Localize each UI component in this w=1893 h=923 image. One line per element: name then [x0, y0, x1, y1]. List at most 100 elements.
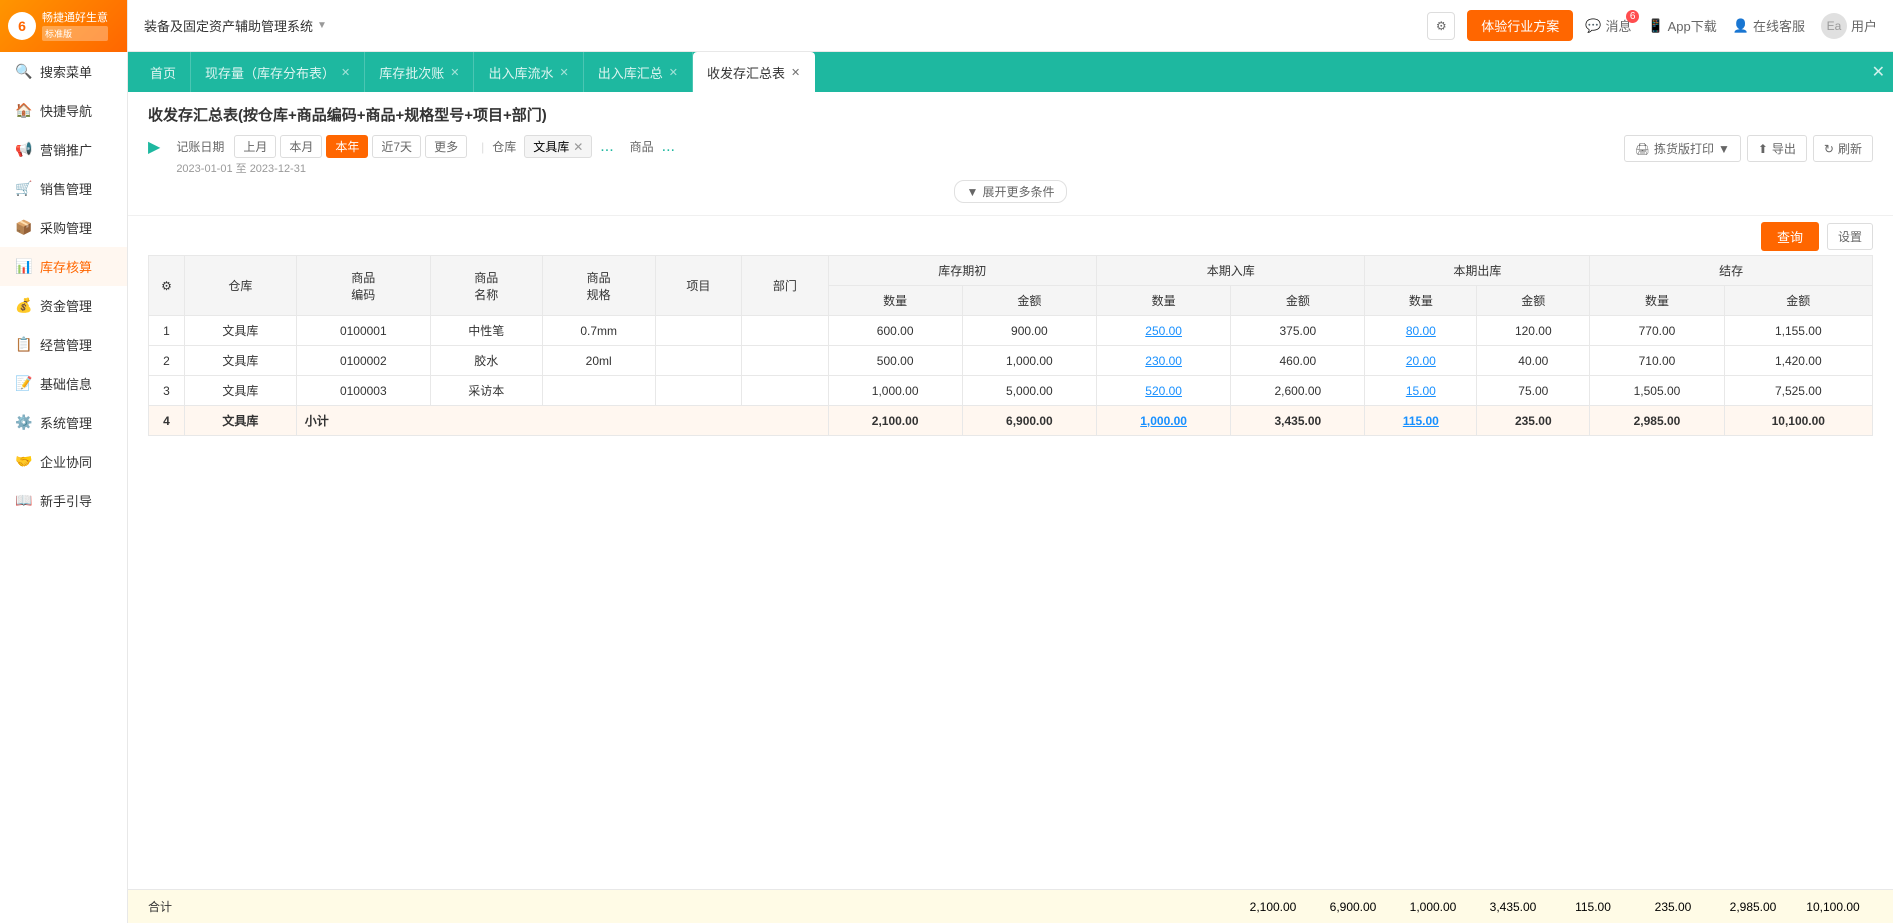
th-opening-amt: 金额	[962, 286, 1096, 316]
subtotal-out-qty[interactable]: 115.00	[1365, 406, 1477, 436]
gear-icon: ⚙	[1436, 19, 1447, 33]
finance-icon: 💰	[16, 298, 32, 314]
print-button[interactable]: 🖨 拣货版打印 ▼	[1624, 135, 1741, 162]
date-btn-last-month[interactable]: 上月	[234, 135, 276, 158]
footer-balance-qty: 2,985.00	[1713, 900, 1793, 914]
date-btn-this-month[interactable]: 本月	[280, 135, 322, 158]
tab-batch[interactable]: 库存批次账 ✕	[365, 52, 474, 92]
cell-out-qty[interactable]: 80.00	[1365, 316, 1477, 346]
goods-more-button[interactable]: ...	[662, 139, 675, 155]
cell-code: 0100002	[296, 346, 430, 376]
sidebar-item-cooperation[interactable]: 🤝 企业协同	[0, 442, 127, 481]
cell-out-qty[interactable]: 20.00	[1365, 346, 1477, 376]
settings-button[interactable]: ⚙	[1427, 12, 1455, 40]
cell-in-amt: 375.00	[1231, 316, 1365, 346]
goods-filter-label: 商品	[630, 138, 654, 155]
tab-inout-summary[interactable]: 出入库汇总 ✕	[584, 52, 693, 92]
expand-icon: ▼	[967, 185, 979, 199]
th-name: 商品名称	[430, 256, 542, 316]
date-btn-7days[interactable]: 近7天	[372, 135, 421, 158]
footer-opening-qty: 2,100.00	[1233, 900, 1313, 914]
query-button[interactable]: 查询	[1761, 222, 1819, 251]
system-dropdown[interactable]: 装备及固定资产辅助管理系统 ▼	[144, 16, 327, 35]
tab-close-inout-flow[interactable]: ✕	[560, 66, 569, 79]
sidebar-item-basic-info[interactable]: 📝 基础信息	[0, 364, 127, 403]
sidebar-label-cooperation: 企业协同	[40, 452, 92, 471]
sidebar-item-inventory[interactable]: 📊 库存核算	[0, 247, 127, 286]
sidebar-item-finance[interactable]: 💰 资金管理	[0, 286, 127, 325]
date-btn-more[interactable]: 更多	[425, 135, 467, 158]
export-button[interactable]: ⬆ 导出	[1747, 135, 1807, 162]
expand-more-button[interactable]: ▼ 展开更多条件	[954, 180, 1068, 203]
print-label: 拣货版打印	[1654, 140, 1714, 157]
th-out-amt: 金额	[1477, 286, 1590, 316]
page-title: 收发存汇总表(按仓库+商品编码+商品+规格型号+项目+部门)	[148, 104, 1873, 125]
tab-inout-flow[interactable]: 出入库流水 ✕	[474, 52, 583, 92]
warehouse-tag-remove[interactable]: ✕	[573, 140, 583, 154]
operations-icon: 📋	[16, 337, 32, 353]
warehouse-tag-text: 文具库	[533, 138, 569, 155]
th-code: 商品编码	[296, 256, 430, 316]
tab-batch-label: 库存批次账	[379, 63, 444, 82]
user-area[interactable]: Ea 用户	[1821, 13, 1877, 39]
cell-in-qty[interactable]: 250.00	[1097, 316, 1231, 346]
home-icon: 🏠	[16, 103, 32, 119]
tab-receipt-summary[interactable]: 收发存汇总表 ✕	[693, 52, 815, 92]
tab-inventory-dist[interactable]: 现存量（库存分布表） ✕	[191, 52, 365, 92]
marketing-icon: 📢	[16, 142, 32, 158]
app-download-button[interactable]: 📱 App下载	[1647, 16, 1716, 35]
sidebar-item-marketing[interactable]: 📢 营销推广	[0, 130, 127, 169]
subtotal-in-amt: 3,435.00	[1231, 406, 1365, 436]
online-service-button[interactable]: 👤 在线客服	[1733, 16, 1805, 35]
topbar: 装备及固定资产辅助管理系统 ▼ ⚙ 体验行业方案 💬 消息 6 📱 App下载 …	[128, 0, 1893, 52]
sidebar-item-search[interactable]: 🔍 搜索菜单	[0, 52, 127, 91]
sidebar-label-finance: 资金管理	[40, 296, 92, 315]
export-icon: ⬆	[1758, 142, 1768, 156]
sidebar-item-operations[interactable]: 📋 经营管理	[0, 325, 127, 364]
tab-home[interactable]: 首页	[136, 52, 191, 92]
sidebar-item-sales[interactable]: 🛒 销售管理	[0, 169, 127, 208]
th-out-qty: 数量	[1365, 286, 1477, 316]
cell-warehouse: 文具库	[185, 316, 297, 346]
tab-close-receipt-summary[interactable]: ✕	[791, 66, 800, 79]
refresh-button[interactable]: ↻ 刷新	[1813, 135, 1873, 162]
sidebar-item-system[interactable]: ⚙️ 系统管理	[0, 403, 127, 442]
th-balance: 结存	[1590, 256, 1873, 286]
subtotal-opening-qty: 2,100.00	[828, 406, 962, 436]
sidebar-item-quick-nav[interactable]: 🏠 快捷导航	[0, 91, 127, 130]
column-settings-button[interactable]: 设置	[1827, 223, 1873, 250]
table-container: ⚙ 仓库 商品编码 商品名称 商品规格 项目 部门 库存期初 本期入库 本期出库…	[128, 255, 1893, 923]
cell-balance-qty: 710.00	[1590, 346, 1724, 376]
trial-button[interactable]: 体验行业方案	[1467, 10, 1573, 41]
filter-toggle-button[interactable]: ▶	[148, 137, 160, 157]
cell-out-qty[interactable]: 15.00	[1365, 376, 1477, 406]
table-settings-icon[interactable]: ⚙	[161, 279, 172, 293]
basic-info-icon: 📝	[16, 376, 32, 392]
close-all-tabs-button[interactable]: ✕	[1872, 62, 1885, 82]
th-dept: 部门	[742, 256, 828, 316]
cell-in-qty[interactable]: 230.00	[1097, 346, 1231, 376]
username-label: 用户	[1851, 16, 1877, 35]
tab-close-batch[interactable]: ✕	[450, 66, 459, 79]
tab-close-inout-summary[interactable]: ✕	[669, 66, 678, 79]
subtotal-no: 4	[149, 406, 185, 436]
action-bar: 查询 设置	[128, 216, 1893, 255]
date-btn-this-year[interactable]: 本年	[326, 135, 368, 158]
cell-in-qty[interactable]: 520.00	[1097, 376, 1231, 406]
th-opening: 库存期初	[828, 256, 1096, 286]
sidebar-item-purchase[interactable]: 📦 采购管理	[0, 208, 127, 247]
cell-name: 采访本	[430, 376, 542, 406]
message-button[interactable]: 💬 消息 6	[1585, 16, 1631, 35]
table-row: 2 文具库 0100002 胶水 20ml 500.00 1,000.00 23…	[149, 346, 1873, 376]
cell-code: 0100001	[296, 316, 430, 346]
subtotal-in-qty[interactable]: 1,000.00	[1097, 406, 1231, 436]
tab-close-inventory-dist[interactable]: ✕	[341, 66, 350, 79]
warehouse-more-button[interactable]: ...	[600, 139, 613, 155]
search-icon: 🔍	[16, 64, 32, 80]
sidebar-item-guide[interactable]: 📖 新手引导	[0, 481, 127, 520]
table-row: 1 文具库 0100001 中性笔 0.7mm 600.00 900.00 25…	[149, 316, 1873, 346]
date-range-text: 2023-01-01 至 2023-12-31	[176, 160, 1607, 176]
expand-label: 展开更多条件	[982, 183, 1054, 200]
sidebar-label-marketing: 营销推广	[40, 140, 92, 159]
message-badge: 6	[1626, 10, 1640, 23]
